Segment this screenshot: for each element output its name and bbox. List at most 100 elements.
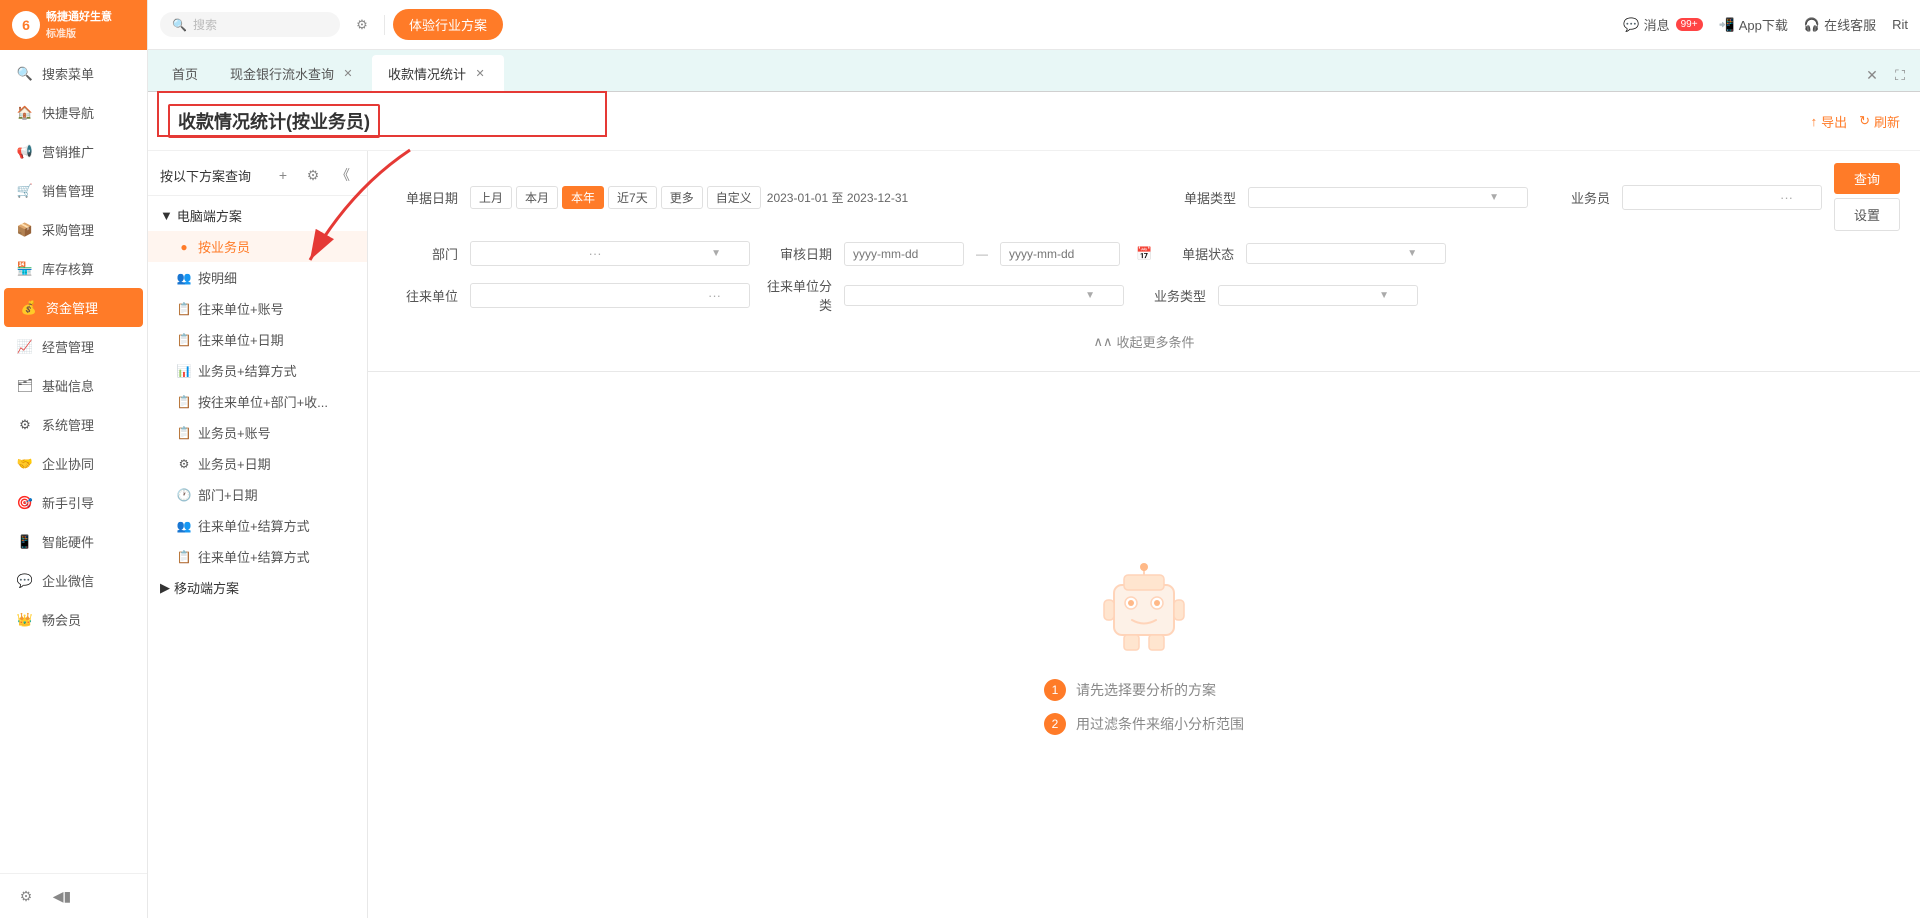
logo-text: 畅捷通好生意 [46, 10, 112, 24]
collapse-more-btn[interactable]: ∧∧ 收起更多条件 [388, 324, 1900, 359]
scheme-item-dept-date[interactable]: 🕐 部门+日期 [148, 479, 367, 510]
sidebar-settings-btn[interactable]: ⚙ [12, 882, 40, 910]
partner-select[interactable]: ··· [470, 283, 750, 308]
scheme-item-detail[interactable]: 👥 按明细 [148, 262, 367, 293]
business-type-label: 业务类型 [1136, 286, 1206, 305]
tab-maximize-icon[interactable]: ⛶ [1888, 63, 1912, 87]
scheme-item-partner-settle2[interactable]: 📋 往来单位+结算方式 [148, 541, 367, 572]
date-btn-last-month[interactable]: 上月 [470, 186, 512, 209]
collapse-panel-btn[interactable]: 《 [331, 163, 355, 187]
online-service-label: 在线客服 [1824, 15, 1876, 34]
settings-btn[interactable]: 设置 [1834, 198, 1900, 231]
partner-dept-icon: 📋 [176, 394, 192, 410]
salesperson-settle-icon: 📊 [176, 363, 192, 379]
tab-bank-flow-close[interactable]: ✕ [340, 65, 356, 81]
partner-settle1-icon: 👥 [176, 518, 192, 534]
audit-date-from-input[interactable] [844, 242, 964, 266]
tab-bank-flow[interactable]: 现金银行流水查询 ✕ [214, 55, 372, 91]
sidebar-item-quicknav[interactable]: 🏠 快捷导航 [0, 93, 147, 132]
add-scheme-btn[interactable]: + [271, 163, 295, 187]
date-btn-custom[interactable]: 自定义 [707, 186, 761, 209]
sidebar-item-finance[interactable]: 💰 资金管理 [4, 288, 143, 327]
online-service-action[interactable]: 🎧 在线客服 [1804, 15, 1876, 34]
partner-category-select[interactable]: ▼ [844, 285, 1124, 306]
tab-close-all-icon[interactable]: ✕ [1860, 63, 1884, 87]
scheme-group-desktop-header[interactable]: ▼ 电脑端方案 [148, 200, 367, 231]
topbar-search-box[interactable]: 🔍 搜索 [160, 12, 340, 37]
sidebar-item-sales[interactable]: 🛒 销售管理 [0, 171, 147, 210]
empty-step-2: 2 用过滤条件来缩小分析范围 [1044, 713, 1244, 735]
sidebar-item-hardware[interactable]: 📱 智能硬件 [0, 522, 147, 561]
date-btn-this-year[interactable]: 本年 [562, 186, 604, 209]
export-btn[interactable]: ↑ 导出 [1811, 112, 1848, 131]
tabs-bar-right: ✕ ⛶ [1860, 63, 1912, 91]
scheme-group-mobile-header[interactable]: ▶ 移动端方案 [148, 572, 367, 603]
calendar-icon[interactable]: 📅 [1136, 246, 1152, 262]
tab-receipt-stats[interactable]: 收款情况统计 ✕ [372, 55, 504, 91]
sidebar-item-purchase[interactable]: 📦 采购管理 [0, 210, 147, 249]
date-btn-7days[interactable]: 近7天 [608, 186, 657, 209]
scheme-item-salesperson-date[interactable]: ⚙ 业务员+日期 [148, 448, 367, 479]
sidebar-item-base-info[interactable]: 🗂 基础信息 [0, 366, 147, 405]
scheme-item-salesperson-settle[interactable]: 📊 业务员+结算方式 [148, 355, 367, 386]
date-btn-this-month[interactable]: 本月 [516, 186, 558, 209]
scheme-item-label: 按往来单位+部门+收... [198, 392, 328, 411]
logo-icon: 6 [12, 11, 40, 39]
sidebar-item-marketing[interactable]: 📢 营销推广 [0, 132, 147, 171]
member-icon: 👑 [16, 611, 34, 629]
user-name[interactable]: Rit [1892, 17, 1908, 32]
message-label: 消息 [1644, 15, 1670, 34]
sidebar-item-label: 营销推广 [42, 142, 94, 161]
query-btn[interactable]: 查询 [1834, 163, 1900, 194]
page-header: 收款情况统计(按业务员) ↑ 导出 ↻ 刷新 [148, 92, 1920, 151]
sidebar-item-operations[interactable]: 📈 经营管理 [0, 327, 147, 366]
operations-icon: 📈 [16, 338, 34, 356]
date-btn-more[interactable]: 更多 [661, 186, 703, 209]
refresh-btn[interactable]: ↻ 刷新 [1859, 112, 1900, 131]
sidebar-item-member[interactable]: 👑 畅会员 [0, 600, 147, 639]
business-type-select[interactable]: ▼ [1218, 285, 1418, 306]
trial-btn[interactable]: 体验行业方案 [393, 9, 503, 40]
message-action[interactable]: 💬 消息 99+ [1623, 15, 1702, 34]
scheme-group-desktop: ▼ 电脑端方案 ● 按业务员 👥 按明细 📋 往来单位+账号 [148, 200, 367, 572]
tab-receipt-stats-close[interactable]: ✕ [472, 65, 488, 81]
scheme-item-label: 往来单位+结算方式 [198, 547, 310, 566]
detail-icon: 👥 [176, 270, 192, 286]
sidebar-item-system[interactable]: ⚙ 系统管理 [0, 405, 147, 444]
tab-receipt-stats-label: 收款情况统计 [388, 64, 466, 83]
sidebar-item-weixin[interactable]: 💬 企业微信 [0, 561, 147, 600]
marketing-icon: 📢 [16, 143, 34, 161]
salesperson-select[interactable]: ··· [1622, 185, 1822, 210]
sidebar-collapse-btn[interactable]: ◀▮ [48, 882, 76, 910]
scheme-item-partner-account[interactable]: 📋 往来单位+账号 [148, 293, 367, 324]
dept-label: 部门 [388, 244, 458, 263]
receipt-status-select[interactable]: ▼ [1246, 243, 1446, 264]
sidebar-item-inventory[interactable]: 🏪 库存核算 [0, 249, 147, 288]
scheme-item-label: 按业务员 [198, 237, 250, 256]
tab-home[interactable]: 首页 [156, 55, 214, 91]
scheme-item-partner-date[interactable]: 📋 往来单位+日期 [148, 324, 367, 355]
scheme-item-partner-dept[interactable]: 📋 按往来单位+部门+收... [148, 386, 367, 417]
chevron-down-icon: ▼ [1489, 192, 1499, 203]
scheme-item-salesperson-account[interactable]: 📋 业务员+账号 [148, 417, 367, 448]
sidebar-item-label: 新手引导 [42, 493, 94, 512]
scheme-group-mobile: ▶ 移动端方案 [148, 572, 367, 603]
sidebar-item-collab[interactable]: 🤝 企业协同 [0, 444, 147, 483]
sidebar-item-search[interactable]: 🔍 搜索菜单 [0, 54, 147, 93]
date-control: 上月 本月 本年 近7天 更多 自定义 2023-01-01 至 2023-12… [470, 186, 1154, 209]
audit-date-to-input[interactable] [1000, 242, 1120, 266]
app-download-action[interactable]: 📲 App下载 [1719, 15, 1788, 34]
export-icon: ↑ [1811, 114, 1818, 129]
purchase-icon: 📦 [16, 221, 34, 239]
scheme-settings-btn[interactable]: ⚙ [301, 163, 325, 187]
topbar-gear-icon[interactable]: ⚙ [348, 11, 376, 39]
more-dots-icon: ··· [708, 288, 721, 303]
scheme-item-partner-settle1[interactable]: 👥 往来单位+结算方式 [148, 510, 367, 541]
receipt-type-select[interactable]: ▼ [1248, 187, 1528, 208]
scheme-item-by-salesperson[interactable]: ● 按业务员 [148, 231, 367, 262]
sidebar-item-newbie[interactable]: 🎯 新手引导 [0, 483, 147, 522]
salesperson-account-icon: 📋 [176, 425, 192, 441]
empty-steps: 1 请先选择要分析的方案 2 用过滤条件来缩小分析范围 [1044, 679, 1244, 735]
step-2-number: 2 [1044, 713, 1066, 735]
dept-select[interactable]: ··· ▼ [470, 241, 750, 266]
